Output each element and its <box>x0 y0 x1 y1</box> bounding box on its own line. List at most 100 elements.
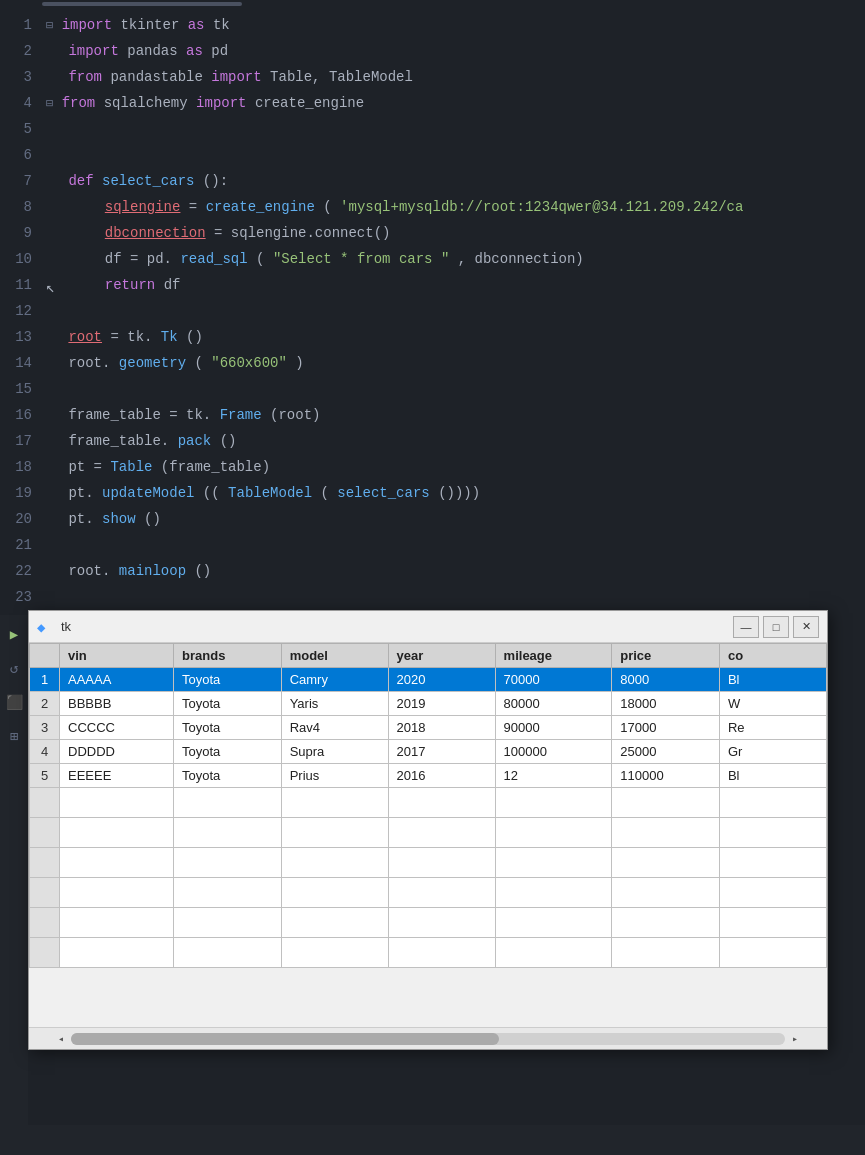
cell-model: Camry <box>281 668 388 692</box>
cell-vin: EEEEE <box>60 764 174 788</box>
col-header-year[interactable]: year <box>388 644 495 668</box>
cell-mileage: 90000 <box>495 716 612 740</box>
col-header-brands[interactable]: brands <box>174 644 282 668</box>
code-line: ⊟ import tkinter as tk <box>42 12 865 38</box>
code-editor: 1 2 3 4 5 6 7 8 9 10 11 12 13 14 15 16 1… <box>0 0 865 615</box>
horizontal-scrollbar[interactable] <box>42 0 865 8</box>
stop-icon[interactable]: ⬛ <box>3 691 25 713</box>
cell-color: Gr <box>719 740 826 764</box>
cell-vin: DDDDD <box>60 740 174 764</box>
bottom-bar <box>0 1125 865 1155</box>
cell-model: Rav4 <box>281 716 388 740</box>
cell-vin: BBBBB <box>60 692 174 716</box>
cell-year: 2019 <box>388 692 495 716</box>
tk-app-icon: ◆ <box>37 619 53 635</box>
table-row-empty <box>30 818 827 848</box>
cell-color: W <box>719 692 826 716</box>
table-row-empty <box>30 938 827 968</box>
close-button[interactable]: ✕ <box>793 616 819 638</box>
col-header-vin[interactable]: vin <box>60 644 174 668</box>
cell-vin: AAAAA <box>60 668 174 692</box>
cell-brands: Toyota <box>174 764 282 788</box>
table-row[interactable]: 1 AAAAA Toyota Camry 2020 70000 8000 Bl <box>30 668 827 692</box>
table-header-row: vin brands model year mileage price co <box>30 644 827 668</box>
row-index: 5 <box>30 764 60 788</box>
run-icon[interactable]: ▶ <box>3 623 25 645</box>
cell-brands: Toyota <box>174 716 282 740</box>
table-row[interactable]: 4 DDDDD Toyota Supra 2017 100000 25000 G… <box>30 740 827 764</box>
grid-icon[interactable]: ⊞ <box>3 725 25 747</box>
col-header-model[interactable]: model <box>281 644 388 668</box>
table-row[interactable]: 2 BBBBB Toyota Yaris 2019 80000 18000 W <box>30 692 827 716</box>
cell-year: 2018 <box>388 716 495 740</box>
tk-titlebar: ◆ tk — □ ✕ <box>29 611 827 643</box>
table-row-empty <box>30 848 827 878</box>
tk-window: ◆ tk — □ ✕ vin brands model year mileage <box>28 610 828 1050</box>
code-line: root. geometry ( "660x600" ) <box>42 350 865 376</box>
cell-year: 2020 <box>388 668 495 692</box>
cell-price: 110000 <box>612 764 720 788</box>
cell-year: 2016 <box>388 764 495 788</box>
code-line: dbconnection = sqlengine.connect() <box>42 220 865 246</box>
cell-mileage: 100000 <box>495 740 612 764</box>
horizontal-scrollbar[interactable]: ◂ ▸ <box>29 1027 827 1049</box>
col-header-mileage[interactable]: mileage <box>495 644 612 668</box>
scroll-left-arrow[interactable]: ◂ <box>51 1033 71 1045</box>
table-container: vin brands model year mileage price co 1… <box>29 643 827 1049</box>
table-row-empty <box>30 788 827 818</box>
cell-color: Bl <box>719 764 826 788</box>
code-line <box>42 584 865 610</box>
code-line: from pandastable import Table, TableMode… <box>42 64 865 90</box>
code-line <box>42 116 865 142</box>
code-line: sqlengine = create_engine ( 'mysql+mysql… <box>42 194 865 220</box>
code-line: df = pd. read_sql ( "Select * from cars … <box>42 246 865 272</box>
code-line <box>42 532 865 558</box>
cell-mileage: 70000 <box>495 668 612 692</box>
table-row[interactable]: 5 EEEEE Toyota Prius 2016 12 110000 Bl <box>30 764 827 788</box>
table-row[interactable]: 3 CCCCC Toyota Rav4 2018 90000 17000 Re <box>30 716 827 740</box>
cell-brands: Toyota <box>174 692 282 716</box>
cell-color: Bl <box>719 668 826 692</box>
code-line: pt. updateModel (( TableModel ( select_c… <box>42 480 865 506</box>
scrollbar-thumb <box>42 2 242 6</box>
code-lines: ⊟ import tkinter as tk import pandas as … <box>42 8 865 615</box>
col-header-price[interactable]: price <box>612 644 720 668</box>
tk-window-title: tk <box>61 619 733 634</box>
code-line: import pandas as pd <box>42 38 865 64</box>
cell-mileage: 12 <box>495 764 612 788</box>
table-scroll-area[interactable]: vin brands model year mileage price co 1… <box>29 643 827 1027</box>
cell-vin: CCCCC <box>60 716 174 740</box>
minimize-button[interactable]: — <box>733 616 759 638</box>
cell-price: 8000 <box>612 668 720 692</box>
code-line: root. mainloop () <box>42 558 865 584</box>
table-row-empty <box>30 878 827 908</box>
code-line: def select_cars (): <box>42 168 865 194</box>
left-sidebar: ▶ ↺ ⬛ ⊞ <box>0 615 28 1155</box>
line-numbers: 1 2 3 4 5 6 7 8 9 10 11 12 13 14 15 16 1… <box>0 8 42 615</box>
scrollbar-track <box>71 1033 785 1045</box>
code-line: pt. show () <box>42 506 865 532</box>
cell-mileage: 80000 <box>495 692 612 716</box>
window-controls: — □ ✕ <box>733 616 819 638</box>
corner-header <box>30 644 60 668</box>
code-line: 💡 return df <box>42 272 865 298</box>
cell-model: Prius <box>281 764 388 788</box>
code-line: root = tk. Tk () <box>42 324 865 350</box>
row-index: 1 <box>30 668 60 692</box>
col-header-color[interactable]: co <box>719 644 826 668</box>
cell-model: Supra <box>281 740 388 764</box>
cell-year: 2017 <box>388 740 495 764</box>
row-index: 2 <box>30 692 60 716</box>
code-line: ⊟ from sqlalchemy import create_engine <box>42 90 865 116</box>
data-table: vin brands model year mileage price co 1… <box>29 643 827 968</box>
scrollbar-thumb[interactable] <box>71 1033 499 1045</box>
refresh-icon[interactable]: ↺ <box>3 657 25 679</box>
row-index: 3 <box>30 716 60 740</box>
code-line <box>42 142 865 168</box>
scroll-right-arrow[interactable]: ▸ <box>785 1033 805 1045</box>
code-line: frame_table = tk. Frame (root) <box>42 402 865 428</box>
code-line <box>42 376 865 402</box>
cell-color: Re <box>719 716 826 740</box>
code-line: frame_table. pack () <box>42 428 865 454</box>
restore-button[interactable]: □ <box>763 616 789 638</box>
